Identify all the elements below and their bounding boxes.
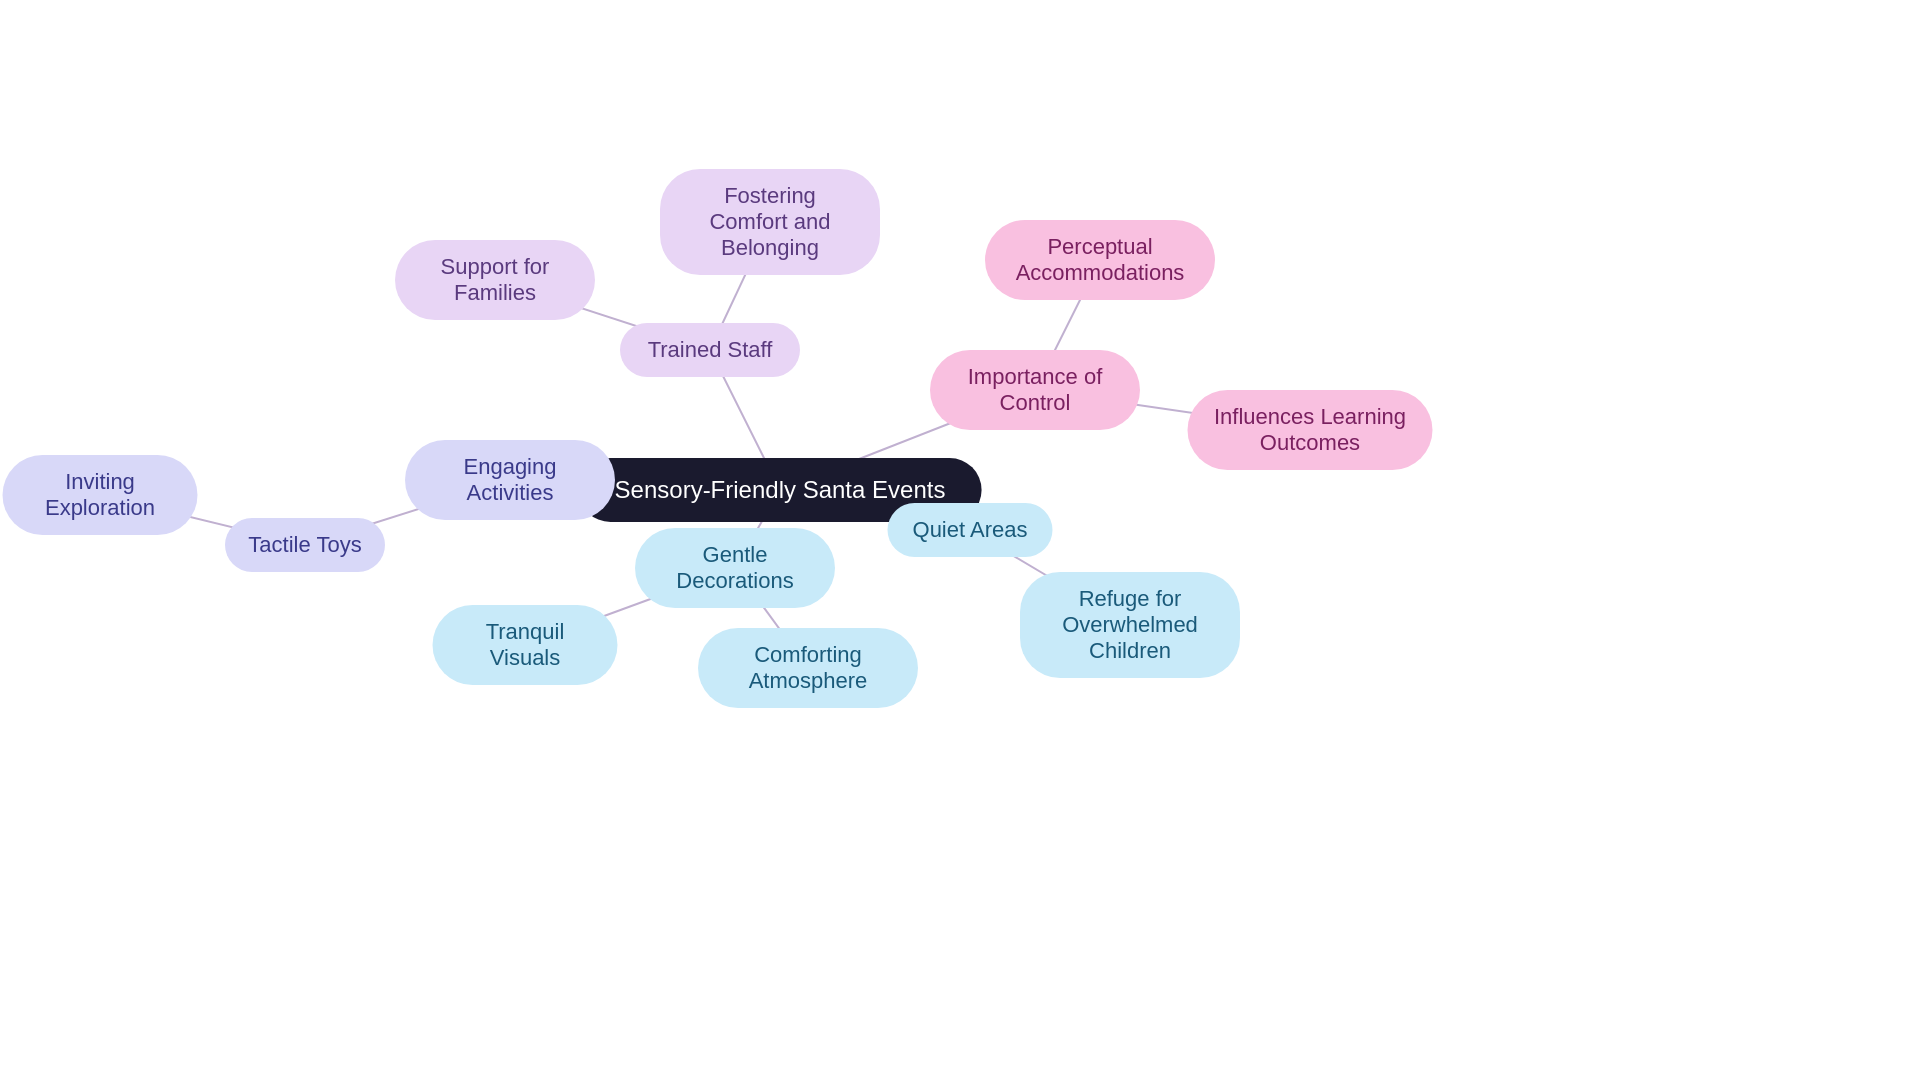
node-importance-control: Importance of Control <box>930 350 1140 430</box>
node-trained-staff: Trained Staff <box>620 323 800 377</box>
node-inviting-exploration: Inviting Exploration <box>3 455 198 535</box>
node-tranquil-visuals: Tranquil Visuals <box>433 605 618 685</box>
node-influences-learning: Influences Learning Outcomes <box>1188 390 1433 470</box>
node-quiet-areas: Quiet Areas <box>888 503 1053 557</box>
node-engaging-activities: Engaging Activities <box>405 440 615 520</box>
node-gentle-decorations: Gentle Decorations <box>635 528 835 608</box>
node-perceptual: Perceptual Accommodations <box>985 220 1215 300</box>
node-fostering: Fostering Comfort and Belonging <box>660 169 880 275</box>
node-refuge: Refuge for Overwhelmed Children <box>1020 572 1240 678</box>
mindmap-canvas: Sensory-Friendly Santa EventsFostering C… <box>0 0 1920 1083</box>
node-support-families: Support for Families <box>395 240 595 320</box>
node-tactile-toys: Tactile Toys <box>225 518 385 572</box>
node-comforting-atmosphere: Comforting Atmosphere <box>698 628 918 708</box>
